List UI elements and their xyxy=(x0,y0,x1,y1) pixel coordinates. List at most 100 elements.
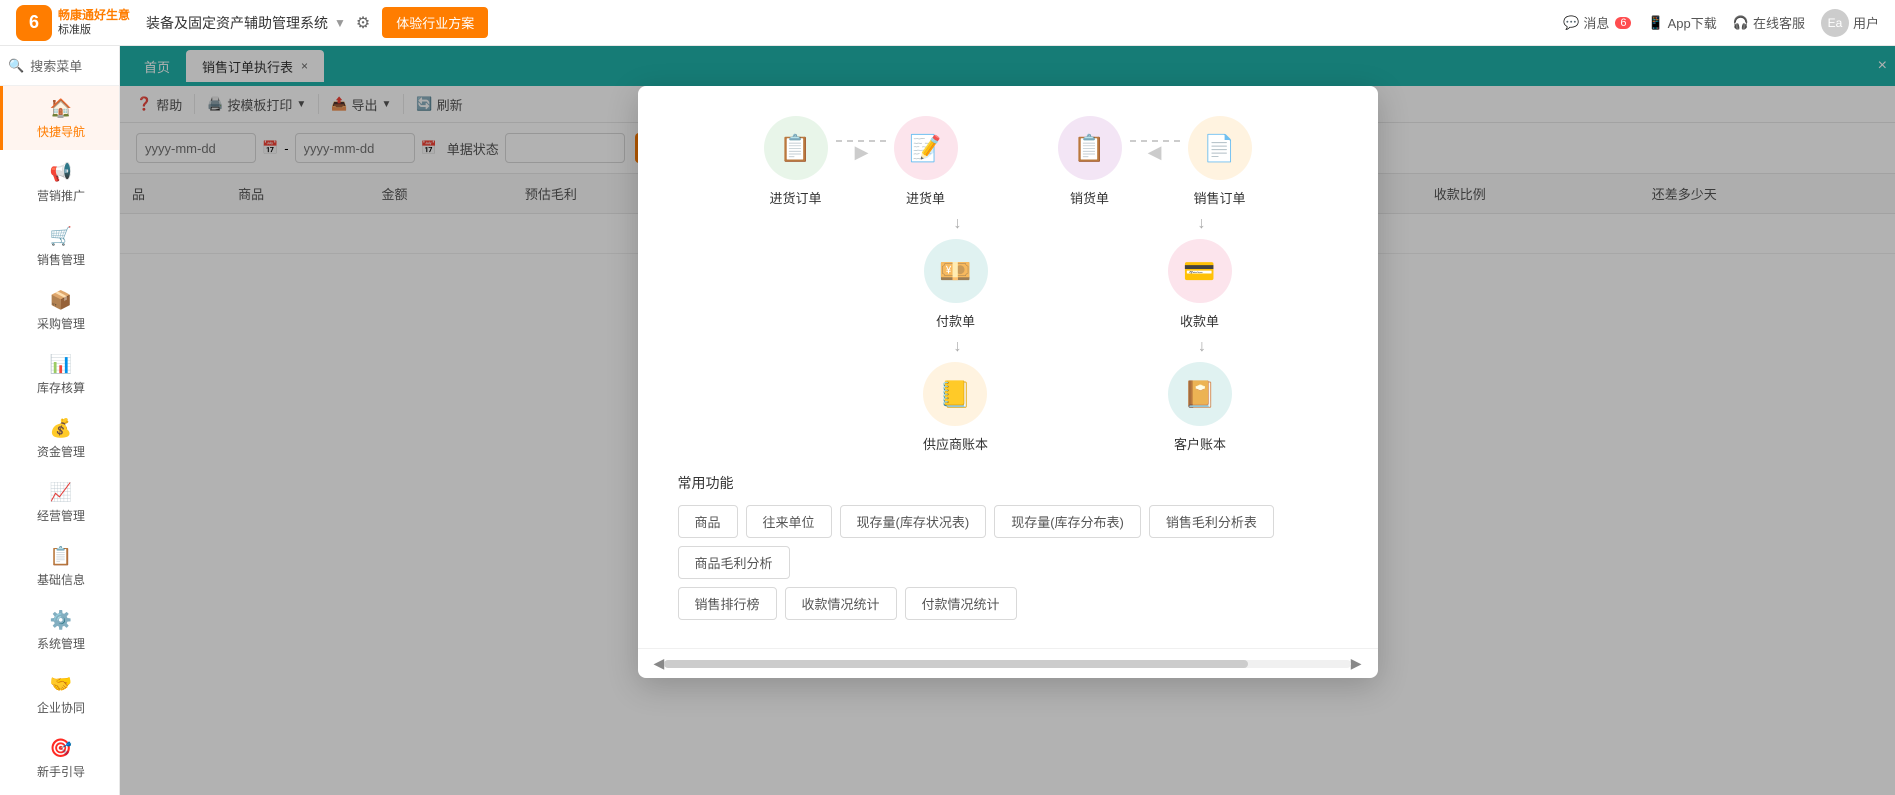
sidebar-item-beginner[interactable]: 🎯 新手引导 xyxy=(0,726,119,790)
common-functions-section: 常用功能 商品 往来单位 现存量(库存状况表) 现存量(库存分布表) 销售毛利分… xyxy=(678,473,1338,620)
customer-ledger-label: 客户账本 xyxy=(1174,434,1226,453)
sidebar-label: 库存核算 xyxy=(37,379,85,396)
app-download-item[interactable]: 📱 App下载 xyxy=(1647,13,1716,32)
scroll-track[interactable] xyxy=(664,660,1350,668)
sidebar-label: 销售管理 xyxy=(37,251,85,268)
brand-text: 畅康通好生意 标准版 xyxy=(58,8,130,38)
inventory-icon: 📊 xyxy=(50,354,72,375)
message-item[interactable]: 💬 消息 6 xyxy=(1563,13,1631,32)
scroll-right-icon[interactable]: ▶ xyxy=(1351,655,1362,672)
settings-icon[interactable]: ⚙ xyxy=(356,13,370,33)
sidebar-label: 资金管理 xyxy=(37,443,85,460)
enterprise-icon: 🤝 xyxy=(50,674,72,695)
btn-receipt-stats[interactable]: 收款情况统计 xyxy=(785,587,897,620)
flow-node-supplier-ledger[interactable]: 📒 供应商账本 xyxy=(923,362,988,453)
message-badge: 6 xyxy=(1615,17,1631,29)
sidebar-label: 系统管理 xyxy=(37,635,85,652)
logo-area: 6 畅康通好生意 标准版 xyxy=(16,5,136,41)
logo-icon: 6 xyxy=(16,5,52,41)
top-bar: 6 畅康通好生意 标准版 装备及固定资产辅助管理系统 ▼ ⚙ 体验行业方案 💬 … xyxy=(0,0,1895,46)
trial-button[interactable]: 体验行业方案 xyxy=(382,7,488,38)
btn-sales-rank[interactable]: 销售排行榜 xyxy=(678,587,777,620)
home-icon: 🏠 xyxy=(50,98,72,119)
top-bar-right: 💬 消息 6 📱 App下载 🎧 在线客服 Ea 用户 xyxy=(1563,9,1879,37)
sales-order-icon: 📄 xyxy=(1188,116,1252,180)
flow-node-purchase-order[interactable]: 📋 进货订单 xyxy=(764,116,828,207)
sales-bill-label: 销货单 xyxy=(1070,188,1109,207)
operations-icon: 📈 xyxy=(50,482,72,503)
btn-partners[interactable]: 往来单位 xyxy=(746,505,832,538)
flow-node-payment[interactable]: 💴 付款单 xyxy=(924,239,988,330)
btn-goods[interactable]: 商品 xyxy=(678,505,738,538)
purchase-order-label: 进货订单 xyxy=(769,188,821,207)
sidebar-label: 营销推广 xyxy=(37,187,85,204)
sales-order-label: 销售订单 xyxy=(1193,188,1245,207)
sidebar-item-basic-info[interactable]: 📋 基础信息 xyxy=(0,534,119,598)
sales-icon: 🛒 xyxy=(50,226,72,247)
sidebar-item-sales[interactable]: 🛒 销售管理 xyxy=(0,214,119,278)
search-icon: 🔍 xyxy=(8,58,24,74)
headset-icon: 🎧 xyxy=(1733,15,1749,31)
supplier-ledger-icon: 📒 xyxy=(923,362,987,426)
sidebar-label: 快捷导航 xyxy=(37,123,85,140)
flow-node-receipt[interactable]: 💳 收款单 xyxy=(1168,239,1232,330)
sidebar-item-system[interactable]: ⚙️ 系统管理 xyxy=(0,598,119,662)
btn-goods-margin[interactable]: 商品毛利分析 xyxy=(678,546,790,579)
modal-scrollbar: ◀ ▶ xyxy=(638,648,1378,678)
sidebar-label: 采购管理 xyxy=(37,315,85,332)
basic-info-icon: 📋 xyxy=(50,546,72,567)
receipt-label: 收款单 xyxy=(1180,311,1219,330)
btn-payment-stats[interactable]: 付款情况统计 xyxy=(905,587,1017,620)
purchase-bill-label: 进货单 xyxy=(906,188,945,207)
btn-stock-dist[interactable]: 现存量(库存分布表) xyxy=(994,505,1141,538)
dropdown-arrow-icon[interactable]: ▼ xyxy=(334,16,346,30)
finance-icon: 💰 xyxy=(50,418,72,439)
user-item[interactable]: Ea 用户 xyxy=(1821,9,1879,37)
marketing-icon: 📢 xyxy=(50,162,72,183)
receipt-icon: 💳 xyxy=(1168,239,1232,303)
modal-overlay[interactable]: 📋 进货订单 ▶ 📝 进货单 xyxy=(120,46,1895,795)
message-icon: 💬 xyxy=(1563,15,1579,31)
scroll-thumb xyxy=(664,660,1247,668)
phone-icon: 📱 xyxy=(1647,15,1663,31)
purchase-order-icon: 📋 xyxy=(764,116,828,180)
sidebar-item-quick-nav[interactable]: 🏠 快捷导航 xyxy=(0,86,119,150)
sidebar-label: 经营管理 xyxy=(37,507,85,524)
main-area: 🔍 搜索菜单 🏠 快捷导航 📢 营销推广 🛒 销售管理 📦 采购管理 📊 xyxy=(0,46,1895,795)
sidebar-item-enterprise[interactable]: 🤝 企业协同 xyxy=(0,662,119,726)
sidebar-item-inventory[interactable]: 📊 库存核算 xyxy=(0,342,119,406)
content-area: 首页 销售订单执行表 × × ❓ 帮助 🖨️ 按模板打印 ▼ xyxy=(120,46,1895,795)
sidebar: 🔍 搜索菜单 🏠 快捷导航 📢 营销推广 🛒 销售管理 📦 采购管理 📊 xyxy=(0,46,120,795)
system-icon: ⚙️ xyxy=(50,610,72,631)
avatar: Ea xyxy=(1821,9,1849,37)
purchase-bill-icon: 📝 xyxy=(894,116,958,180)
sidebar-item-purchase[interactable]: 📦 采购管理 xyxy=(0,278,119,342)
sidebar-item-marketing[interactable]: 📢 营销推广 xyxy=(0,150,119,214)
payment-icon: 💴 xyxy=(924,239,988,303)
common-btns-row1: 商品 往来单位 现存量(库存状况表) 现存量(库存分布表) 销售毛利分析表 商品… xyxy=(678,505,1338,579)
purchase-icon: 📦 xyxy=(50,290,72,311)
sidebar-item-operations[interactable]: 📈 经营管理 xyxy=(0,470,119,534)
flow-node-purchase-bill[interactable]: 📝 进货单 xyxy=(894,116,958,207)
sales-bill-icon: 📋 xyxy=(1058,116,1122,180)
sidebar-item-finance[interactable]: 💰 资金管理 xyxy=(0,406,119,470)
customer-ledger-icon: 📔 xyxy=(1168,362,1232,426)
common-btns-row2: 销售排行榜 收款情况统计 付款情况统计 xyxy=(678,587,1338,620)
btn-stock-status[interactable]: 现存量(库存状况表) xyxy=(840,505,987,538)
modal-content: 📋 进货订单 ▶ 📝 进货单 xyxy=(638,86,1378,648)
flow-node-customer-ledger[interactable]: 📔 客户账本 xyxy=(1168,362,1232,453)
scroll-left-icon[interactable]: ◀ xyxy=(654,655,665,672)
supplier-ledger-label: 供应商账本 xyxy=(923,434,988,453)
sidebar-label: 企业协同 xyxy=(37,699,85,716)
online-service-item[interactable]: 🎧 在线客服 xyxy=(1733,13,1805,32)
flow-node-sales-bill[interactable]: 📋 销货单 xyxy=(1058,116,1122,207)
btn-sales-margin[interactable]: 销售毛利分析表 xyxy=(1149,505,1274,538)
sidebar-label: 新手引导 xyxy=(37,763,85,780)
payment-label: 付款单 xyxy=(936,311,975,330)
search-menu[interactable]: 🔍 搜索菜单 xyxy=(0,46,119,86)
common-functions-title: 常用功能 xyxy=(678,473,1338,493)
system-title: 装备及固定资产辅助管理系统 ▼ xyxy=(146,13,346,33)
beginner-icon: 🎯 xyxy=(50,738,72,759)
sidebar-label: 基础信息 xyxy=(37,571,85,588)
flow-node-sales-order[interactable]: 📄 销售订单 xyxy=(1188,116,1252,207)
